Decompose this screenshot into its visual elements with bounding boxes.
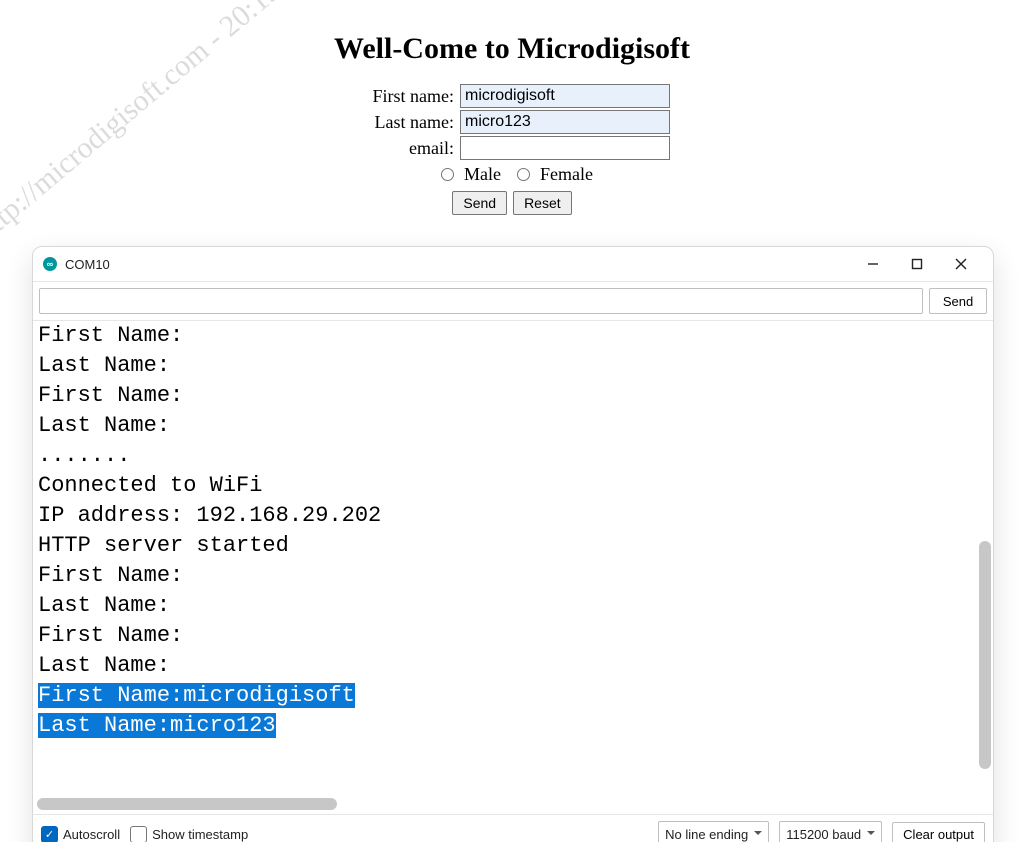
last-name-label: Last name:: [354, 112, 454, 133]
first-name-label: First name:: [354, 86, 454, 107]
gender-male-label: Male: [464, 164, 501, 185]
serial-line: First Name:microdigisoft: [38, 681, 381, 711]
serial-line: Last Name:micro123: [38, 711, 381, 741]
timestamp-checkbox[interactable]: Show timestamp: [130, 826, 248, 842]
serial-send-button[interactable]: Send: [929, 288, 987, 314]
email-input[interactable]: [460, 136, 670, 160]
serial-output[interactable]: First Name:Last Name:First Name:Last Nam…: [33, 321, 993, 814]
last-name-input[interactable]: [460, 110, 670, 134]
horizontal-scrollbar[interactable]: [37, 798, 337, 810]
serial-line: Connected to WiFi: [38, 471, 381, 501]
serial-line: IP address: 192.168.29.202: [38, 501, 381, 531]
serial-monitor-window: ∞ COM10 Send First Name:Last Name:First …: [32, 246, 994, 842]
gender-female-label: Female: [540, 164, 593, 185]
first-name-input[interactable]: [460, 84, 670, 108]
signup-form: First name: Last name: email: Male Femal…: [232, 84, 792, 215]
check-icon: [130, 826, 147, 842]
gender-female-radio[interactable]: [517, 168, 530, 181]
clear-output-button[interactable]: Clear output: [892, 822, 985, 842]
serial-input-bar: Send: [33, 282, 993, 321]
serial-line: Last Name:: [38, 411, 381, 441]
autoscroll-checkbox[interactable]: ✓ Autoscroll: [41, 826, 120, 842]
vertical-scrollbar[interactable]: [979, 541, 991, 769]
email-label: email:: [354, 138, 454, 159]
check-icon: ✓: [41, 826, 58, 842]
serial-line: Last Name:: [38, 651, 381, 681]
serial-line: First Name:: [38, 621, 381, 651]
minimize-button[interactable]: [851, 249, 895, 279]
page-title: Well-Come to Microdigisoft: [0, 32, 1024, 66]
serial-line: First Name:: [38, 321, 381, 351]
line-ending-select[interactable]: No line ending: [658, 821, 769, 842]
arduino-icon: ∞: [43, 257, 57, 271]
serial-line: Last Name:: [38, 591, 381, 621]
baud-select[interactable]: 115200 baud: [779, 821, 882, 842]
serial-line: .......: [38, 441, 381, 471]
serial-line: First Name:: [38, 561, 381, 591]
serial-line: First Name:: [38, 381, 381, 411]
serial-titlebar: ∞ COM10: [33, 247, 993, 282]
serial-line: HTTP server started: [38, 531, 381, 561]
reset-button[interactable]: Reset: [513, 191, 572, 215]
serial-line: Last Name:: [38, 351, 381, 381]
send-button[interactable]: Send: [452, 191, 507, 215]
maximize-button[interactable]: [895, 249, 939, 279]
serial-title: COM10: [65, 257, 851, 272]
serial-input[interactable]: [39, 288, 923, 314]
gender-male-radio[interactable]: [441, 168, 454, 181]
serial-footer: ✓ Autoscroll Show timestamp No line endi…: [33, 814, 993, 842]
close-button[interactable]: [939, 249, 983, 279]
autoscroll-label: Autoscroll: [63, 827, 120, 842]
timestamp-label: Show timestamp: [152, 827, 248, 842]
